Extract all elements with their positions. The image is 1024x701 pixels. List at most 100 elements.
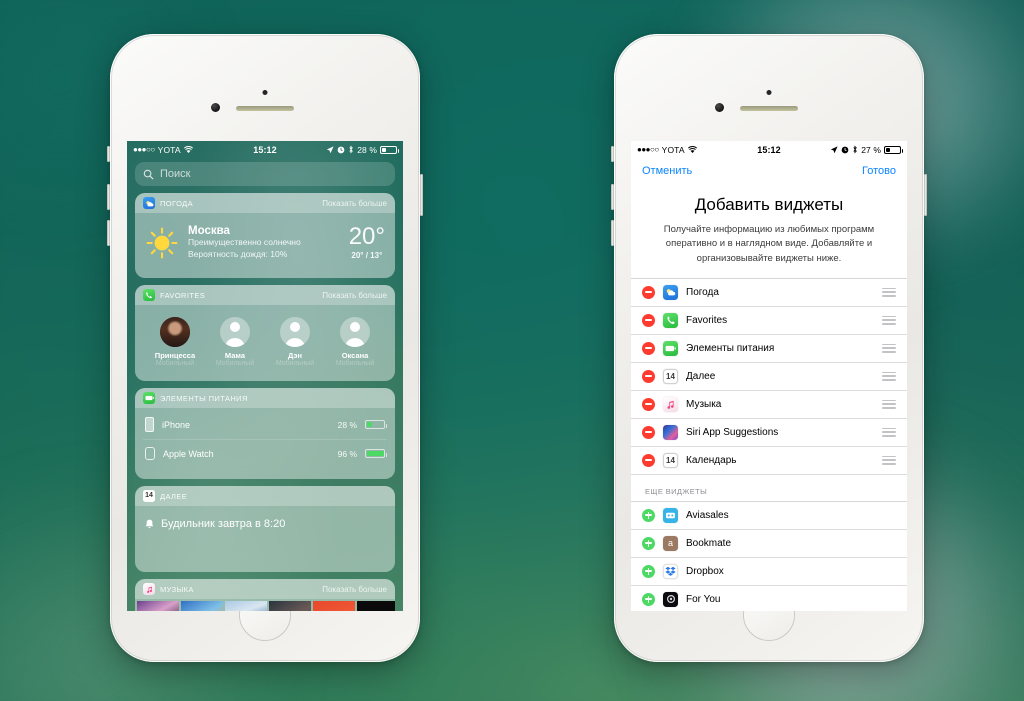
page-description: Получайте информацию из любимых программ… (663, 224, 875, 264)
album-art[interactable] (137, 601, 179, 611)
album-art[interactable] (181, 601, 223, 611)
widget-music[interactable]: МУЗЫКА Показать больше (135, 579, 395, 611)
widget-up-next[interactable]: 14 ДАЛЕЕ Будильник завтра в 8:20 (135, 486, 395, 572)
contact-name: Мама (224, 351, 246, 360)
widget-title: МУЗЫКА (160, 584, 194, 594)
avatar (160, 317, 190, 347)
reorder-handle-icon[interactable] (882, 427, 896, 437)
today-view-scroll[interactable]: Показать больше Поиск ПОГОДА Показать бо… (127, 158, 403, 611)
remove-widget-button[interactable] (642, 397, 655, 411)
reorder-handle-icon[interactable] (882, 455, 896, 465)
reorder-handle-icon[interactable] (882, 287, 896, 297)
widget-list-item[interactable]: Элементы питания (631, 334, 907, 363)
widget-list-item[interactable]: Dropbox (631, 557, 907, 586)
widget-batteries[interactable]: ЭЛЕМЕНТЫ ПИТАНИЯ iPhone 28 % Apple Watch… (135, 388, 395, 479)
remove-widget-button[interactable] (642, 285, 655, 299)
add-widgets-scroll[interactable]: Добавить виджеты Получайте информацию из… (631, 184, 907, 611)
remove-widget-button[interactable] (642, 341, 655, 355)
more-widgets-list: Aviasales a Bookmate Dropbox For You (631, 500, 907, 611)
cancel-button[interactable]: Отменить (642, 165, 692, 177)
clock-label: 15:12 (757, 144, 781, 155)
contact-name: Дэн (287, 351, 302, 360)
done-button[interactable]: Готово (862, 165, 896, 177)
volume-up-button[interactable] (107, 184, 110, 210)
search-input[interactable]: Показать больше Поиск (135, 162, 395, 186)
show-more-link[interactable]: Показать больше (322, 291, 387, 300)
add-widget-button[interactable] (642, 508, 655, 522)
mute-switch[interactable] (107, 146, 110, 162)
power-button[interactable] (420, 174, 423, 216)
favorite-contact[interactable]: Мама Мобильный (205, 317, 265, 367)
widget-list-item[interactable]: For You (631, 585, 907, 611)
power-button[interactable] (924, 174, 927, 216)
widget-name: For You (686, 593, 721, 605)
widget-favorites[interactable]: FAVORITES Показать больше Принцесса Моби… (135, 285, 395, 381)
widget-list-item[interactable]: Siri App Suggestions (631, 418, 907, 447)
widget-list-item[interactable]: Favorites (631, 306, 907, 335)
widget-weather[interactable]: ПОГОДА Показать больше Москва Преимущест… (135, 193, 395, 278)
foryou-app-icon (663, 591, 678, 607)
widget-header: МУЗЫКА Показать больше (135, 579, 395, 599)
widget-list-item[interactable]: Aviasales (631, 501, 907, 530)
device-battery-percent: 96 % (337, 448, 357, 459)
front-camera-icon (211, 103, 220, 112)
widget-list-item[interactable]: a Bookmate (631, 529, 907, 558)
weather-app-icon (663, 284, 678, 300)
battery-device-row: Apple Watch 96 % (143, 440, 387, 467)
mute-switch[interactable] (611, 146, 614, 162)
iphone-icon (145, 417, 154, 432)
contact-name: Оксана (341, 351, 369, 360)
add-widget-button[interactable] (642, 592, 655, 606)
music-app-icon (663, 396, 678, 412)
avatar (220, 317, 250, 347)
reorder-handle-icon[interactable] (882, 399, 896, 409)
earpiece-speaker (236, 106, 294, 111)
calendar-day-number: 14 (145, 492, 153, 499)
show-more-link[interactable]: Показать больше (322, 199, 387, 208)
front-camera-icon (715, 103, 724, 112)
widget-list-item[interactable]: Погода (631, 278, 907, 307)
contact-subtitle: Мобильный (155, 360, 195, 367)
reorder-handle-icon[interactable] (882, 343, 896, 353)
reorder-handle-icon[interactable] (882, 315, 896, 325)
sun-icon (145, 226, 179, 260)
album-art[interactable] (269, 601, 311, 611)
volume-down-button[interactable] (611, 220, 614, 246)
widget-name: Dropbox (686, 565, 724, 577)
remove-widget-button[interactable] (642, 369, 655, 383)
earpiece-speaker (740, 106, 798, 111)
show-more-link[interactable]: Показать больше (322, 585, 387, 594)
remove-widget-button[interactable] (642, 425, 655, 439)
volume-down-button[interactable] (107, 220, 110, 246)
right-phone-screen: ●●●○○ YOTA 15:12 27 % Отменить Готово До… (631, 141, 907, 611)
volume-up-button[interactable] (611, 184, 614, 210)
album-art[interactable] (313, 601, 355, 611)
widget-list-item[interactable]: Музыка (631, 390, 907, 419)
device-name: iPhone (162, 419, 191, 430)
favorite-contact[interactable]: Оксана Мобильный (325, 317, 385, 367)
add-widget-button[interactable] (642, 536, 655, 550)
phone-app-icon (143, 289, 155, 301)
phone-app-icon (663, 312, 678, 328)
album-art[interactable] (225, 601, 267, 611)
remove-widget-button[interactable] (642, 453, 655, 467)
up-next-event: Будильник завтра в 8:20 (161, 518, 286, 530)
widget-list-item[interactable]: 14 Календарь (631, 446, 907, 475)
widget-list-item[interactable]: 14 Далее (631, 362, 907, 391)
favorite-contact[interactable]: Дэн Мобильный (265, 317, 325, 367)
weather-high-low: 20° / 13° (351, 251, 383, 260)
aviasales-app-icon (663, 507, 678, 523)
widget-title: ПОГОДА (160, 198, 194, 208)
calendar-app-icon: 14 (663, 368, 678, 384)
battery-icon (884, 145, 903, 154)
siri-app-icon (663, 424, 678, 440)
contact-subtitle: Мобильный (335, 360, 375, 367)
battery-icon (380, 145, 399, 154)
avatar (280, 317, 310, 347)
page-title: Добавить виджеты (694, 195, 844, 214)
remove-widget-button[interactable] (642, 313, 655, 327)
reorder-handle-icon[interactable] (882, 371, 896, 381)
add-widget-button[interactable] (642, 564, 655, 578)
favorite-contact[interactable]: Принцесса Мобильный (145, 317, 205, 367)
album-art[interactable] (357, 601, 395, 611)
